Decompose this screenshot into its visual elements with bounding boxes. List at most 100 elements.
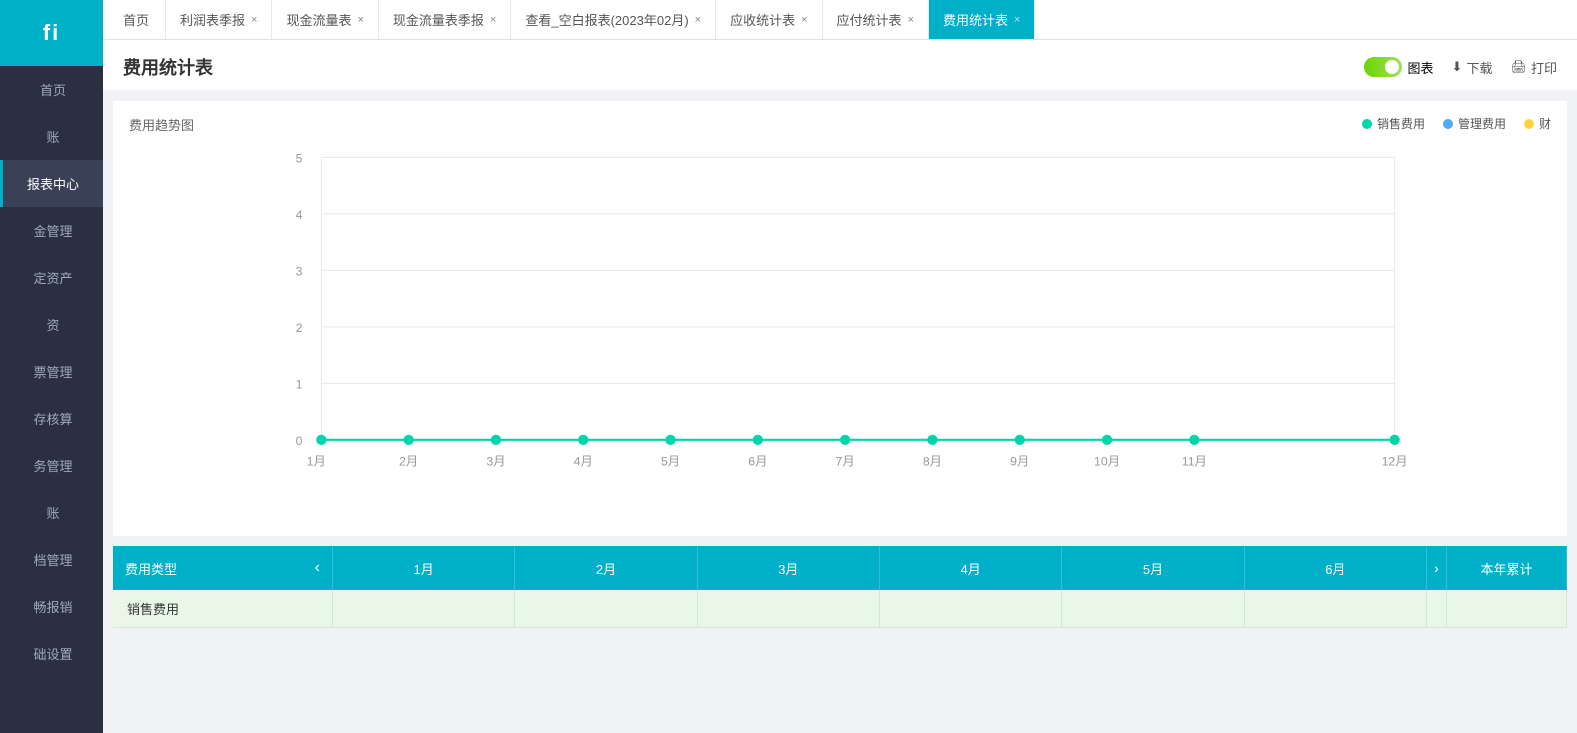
tab-cashflow[interactable]: 现金流量表 ×: [272, 0, 378, 40]
chart-toggle-label: 图表: [1408, 58, 1434, 77]
chart-point: [927, 435, 937, 445]
svg-text:1月: 1月: [307, 455, 326, 469]
tab-receivable[interactable]: 应收统计表 ×: [716, 0, 822, 40]
td-type-sales: 销售费用: [113, 590, 333, 627]
th-nav-next[interactable]: ›: [1427, 546, 1447, 590]
chart-point: [491, 435, 501, 445]
sidebar-item-expense[interactable]: 畅报销: [0, 583, 103, 630]
td-month-3: [698, 590, 880, 627]
svg-text:3: 3: [296, 265, 303, 279]
chart-legend: 销售费用 管理费用 财: [1362, 115, 1551, 132]
chart-point: [1189, 435, 1199, 445]
tab-close-cashflow-quarterly[interactable]: ×: [490, 14, 496, 26]
legend-dot-admin: [1443, 119, 1453, 129]
tab-close-expense-stats[interactable]: ×: [1014, 14, 1020, 26]
svg-text:1: 1: [296, 377, 303, 391]
th-month-5: 5月: [1062, 546, 1244, 590]
chart-container: 5 4 3 2 1 0: [129, 142, 1551, 522]
th-month-4: 4月: [880, 546, 1062, 590]
svg-text:12月: 12月: [1382, 455, 1408, 469]
tab-bar: 首页 利润表季报 × 现金流量表 × 现金流量表季报 × 查看_空白报表(202…: [103, 0, 1577, 40]
th-month-3: 3月: [698, 546, 880, 590]
td-nav: [1427, 590, 1447, 627]
sidebar-item-home[interactable]: 首页: [0, 66, 103, 113]
tab-payable[interactable]: 应付统计表 ×: [823, 0, 929, 40]
legend-finance: 财: [1524, 115, 1551, 132]
svg-text:4: 4: [296, 208, 303, 222]
legend-admin: 管理费用: [1443, 115, 1506, 132]
table-row-sales: 销售费用: [113, 590, 1567, 628]
sidebar-item-capital[interactable]: 资: [0, 301, 103, 348]
header-actions: 图表 ⬇ 下载 🖨 打印: [1364, 57, 1557, 77]
chart-point: [1102, 435, 1112, 445]
page-title: 费用统计表: [123, 54, 213, 80]
svg-text:7月: 7月: [836, 455, 855, 469]
td-month-1: [333, 590, 515, 627]
th-type: 费用类型 ‹: [113, 546, 333, 590]
tab-profit[interactable]: 利润表季报 ×: [166, 0, 272, 40]
sidebar-item-account[interactable]: 账: [0, 113, 103, 160]
svg-text:4月: 4月: [574, 455, 593, 469]
svg-text:11月: 11月: [1182, 455, 1207, 469]
legend-label-sales: 销售费用: [1377, 115, 1425, 132]
svg-text:3月: 3月: [486, 455, 505, 469]
trend-chart: 5 4 3 2 1 0: [129, 142, 1551, 522]
svg-text:5: 5: [296, 152, 303, 166]
td-month-6: [1245, 590, 1427, 627]
table-section: 费用类型 ‹ 1月 2月 3月 4月 5月 6月 › 本年累计 销售费用: [113, 546, 1567, 628]
chart-point: [404, 435, 414, 445]
td-total-sales: [1447, 590, 1567, 627]
sidebar-item-reports[interactable]: 报表中心: [0, 160, 103, 207]
chart-point: [840, 435, 850, 445]
page-header: 费用统计表 图表 ⬇ 下载 🖨 打印: [103, 40, 1577, 91]
th-month-1: 1月: [333, 546, 515, 590]
table-header: 费用类型 ‹ 1月 2月 3月 4月 5月 6月 › 本年累计: [113, 546, 1567, 590]
legend-dot-finance: [1524, 119, 1534, 129]
svg-text:2月: 2月: [399, 455, 418, 469]
print-button[interactable]: 🖨 打印: [1510, 58, 1557, 77]
chart-toggle[interactable]: [1364, 57, 1402, 77]
chart-section: 费用趋势图 销售费用 管理费用 财 5 4: [113, 101, 1567, 536]
th-total: 本年累计: [1447, 546, 1567, 590]
tab-expense-stats[interactable]: 费用统计表 ×: [929, 0, 1035, 40]
svg-text:0: 0: [296, 434, 303, 448]
download-icon: ⬇: [1452, 59, 1463, 75]
svg-text:2: 2: [296, 321, 303, 335]
sidebar-item-finance[interactable]: 金管理: [0, 207, 103, 254]
sidebar-item-service[interactable]: 务管理: [0, 442, 103, 489]
sidebar-item-inventory[interactable]: 存核算: [0, 395, 103, 442]
sidebar-item-ledger[interactable]: 账: [0, 489, 103, 536]
sidebar-item-assets[interactable]: 定资产: [0, 254, 103, 301]
tab-close-profit[interactable]: ×: [251, 14, 257, 26]
svg-text:6月: 6月: [748, 455, 767, 469]
tab-close-blank-report[interactable]: ×: [695, 14, 701, 26]
chart-point: [1389, 435, 1399, 445]
tab-close-receivable[interactable]: ×: [801, 14, 807, 26]
print-icon: 🖨: [1510, 59, 1527, 75]
chart-toggle-wrap: 图表: [1364, 57, 1434, 77]
th-nav-prev[interactable]: ‹: [315, 559, 320, 577]
svg-text:10月: 10月: [1094, 455, 1120, 469]
chart-point: [1015, 435, 1025, 445]
sidebar: fi 首页 账 报表中心 金管理 定资产 资 票管理 存核算 务管理 账 档管理…: [0, 0, 103, 733]
tab-close-cashflow[interactable]: ×: [357, 14, 363, 26]
tab-blank-report[interactable]: 查看_空白报表(2023年02月) ×: [511, 0, 716, 40]
td-month-4: [880, 590, 1062, 627]
sidebar-item-settings[interactable]: 础设置: [0, 630, 103, 677]
tab-cashflow-quarterly[interactable]: 现金流量表季报 ×: [379, 0, 511, 40]
content-area: 费用统计表 图表 ⬇ 下载 🖨 打印 费用趋势图: [103, 40, 1577, 733]
th-month-6: 6月: [1245, 546, 1427, 590]
svg-text:8月: 8月: [923, 455, 942, 469]
legend-label-admin: 管理费用: [1458, 115, 1506, 132]
legend-dot-sales: [1362, 119, 1372, 129]
td-month-5: [1062, 590, 1244, 627]
td-month-2: [515, 590, 697, 627]
download-button[interactable]: ⬇ 下载: [1452, 58, 1493, 77]
chart-point: [578, 435, 588, 445]
sidebar-item-archive[interactable]: 档管理: [0, 536, 103, 583]
svg-text:9月: 9月: [1010, 455, 1029, 469]
sidebar-item-invoice[interactable]: 票管理: [0, 348, 103, 395]
tab-home[interactable]: 首页: [107, 0, 166, 40]
svg-text:5月: 5月: [661, 455, 680, 469]
tab-close-payable[interactable]: ×: [908, 14, 914, 26]
